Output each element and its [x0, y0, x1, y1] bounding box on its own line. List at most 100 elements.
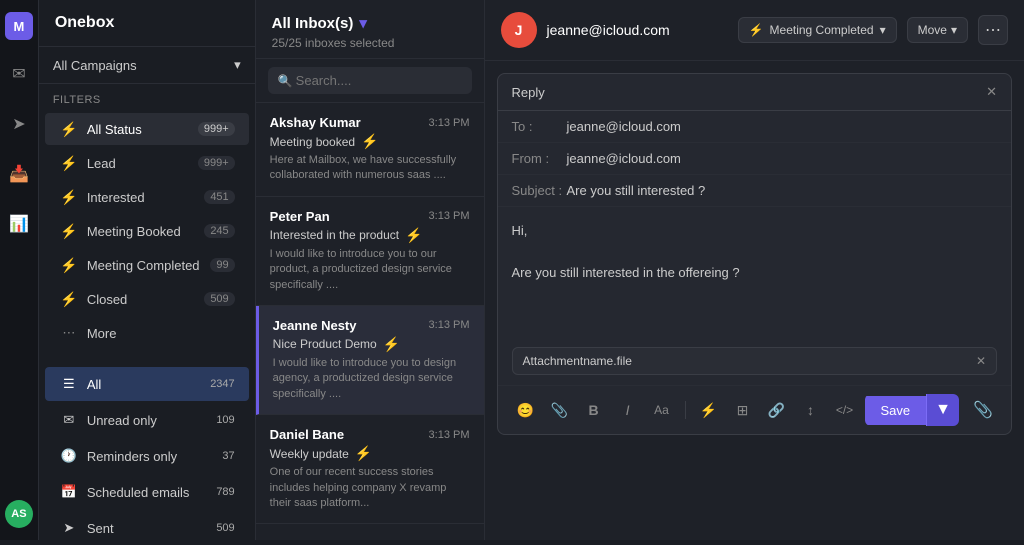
message-item[interactable]: Jeanne Nesty 3:13 PM Nice Product Demo ⚡… [256, 306, 484, 415]
campaigns-selector[interactable]: All Campaigns ▾ [39, 47, 255, 84]
msg-preview: One of our recent success stories includ… [270, 465, 470, 511]
spacing-button[interactable]: ↕ [797, 396, 825, 424]
sidebar-title: Onebox [39, 0, 255, 47]
message-item[interactable]: Akshay Kumar 3:13 PM Meeting booked ⚡ He… [256, 103, 484, 197]
inbox-all-label: All [87, 377, 210, 392]
filter-closed[interactable]: ⚡ Closed 509 [45, 283, 249, 315]
msg-preview: Here at Mailbox, we have successfully co… [270, 153, 470, 184]
move-button[interactable]: Move ▾ [907, 17, 968, 43]
save-button-group: Save ▼ [865, 394, 959, 426]
inbox-unread-count: 109 [216, 414, 234, 426]
inbox-nav-icon[interactable]: 📥 [3, 158, 35, 190]
subject-value[interactable]: Are you still interested ? [567, 183, 706, 198]
status-badge[interactable]: ⚡ Meeting Completed ▾ [738, 17, 897, 43]
bolt-status-icon: ⚡ [383, 336, 400, 353]
filter-meeting-booked-count: 245 [204, 224, 234, 238]
inbox-sent-count: 509 [216, 522, 234, 534]
link-button[interactable]: 🔗 [763, 396, 791, 424]
filter-lead[interactable]: ⚡ Lead 999+ [45, 147, 249, 179]
inbox-reminders-count: 37 [222, 450, 234, 462]
filter-lead-label: Lead [87, 156, 198, 171]
variable-button[interactable]: ⚡ [695, 396, 723, 424]
unread-icon: ✉ [59, 410, 79, 430]
close-icon[interactable]: ✕ [986, 84, 997, 100]
move-chevron-icon: ▾ [951, 23, 957, 37]
reply-to-field: To : jeanne@icloud.com [498, 111, 1011, 143]
filter-meeting-completed[interactable]: ⚡ Meeting Completed 99 [45, 249, 249, 281]
user-avatar[interactable]: AS [5, 500, 33, 528]
filter-all-status-label: All Status [87, 122, 198, 137]
message-item[interactable]: Peter Pan 3:13 PM Interested in the prod… [256, 197, 484, 306]
reply-header: Reply ✕ [498, 74, 1011, 111]
code-button[interactable]: </> [831, 396, 859, 424]
from-value[interactable]: jeanne@icloud.com [567, 151, 681, 166]
filter-closed-count: 509 [204, 292, 234, 306]
more-options-button[interactable]: ⋯ [978, 15, 1008, 45]
message-list-header: All Inbox(s) ▾ 25/25 inboxes selected [256, 0, 484, 59]
body-line2: Are you still interested in the offerein… [512, 263, 997, 284]
table-button[interactable]: ⊞ [729, 396, 757, 424]
msg-preview: I would like to introduce you to our pro… [270, 247, 470, 293]
inbox-reminders[interactable]: 🕐 Reminders only 37 [45, 439, 249, 473]
save-main-button[interactable]: Save [865, 396, 927, 425]
filter-meeting-booked[interactable]: ⚡ Meeting Booked 245 [45, 215, 249, 247]
filter-more[interactable]: ⋯ More [45, 317, 249, 349]
msg-subject: Nice Product Demo ⚡ [273, 336, 470, 353]
message-items: Akshay Kumar 3:13 PM Meeting booked ⚡ He… [256, 103, 484, 540]
filter-interested-count: 451 [204, 190, 234, 204]
search-box: 🔍 [256, 59, 484, 103]
msg-subject: Interested in the product ⚡ [270, 227, 470, 244]
reply-body[interactable]: Hi, Are you still interested in the offe… [498, 207, 1011, 347]
attachment-bar: Attachmentname.file ✕ [512, 347, 997, 375]
message-item[interactable]: Daniel Bane 3:13 PM Weekly update ⚡ One … [256, 415, 484, 524]
msg-time: 3:13 PM [429, 117, 470, 129]
reply-title: Reply [512, 85, 545, 100]
reply-box: Reply ✕ To : jeanne@icloud.com From : je… [497, 73, 1012, 435]
save-dropdown-button[interactable]: ▼ [926, 394, 959, 426]
inbox-scheduled[interactable]: 📅 Scheduled emails 789 [45, 475, 249, 509]
italic-button[interactable]: I [614, 396, 642, 424]
filter-meeting-completed-label: Meeting Completed [87, 258, 211, 273]
interested-icon: ⚡ [59, 187, 79, 207]
attach-button[interactable]: 📎 [546, 396, 574, 424]
filter-all-status[interactable]: ⚡ All Status 999+ [45, 113, 249, 145]
attachment-close-icon[interactable]: ✕ [976, 354, 986, 368]
inbox-title-chevron-icon[interactable]: ▾ [359, 14, 367, 32]
filter-interested[interactable]: ⚡ Interested 451 [45, 181, 249, 213]
inbox-unread-label: Unread only [87, 413, 217, 428]
chart-nav-icon[interactable]: 📊 [3, 208, 35, 240]
to-label: To : [512, 119, 567, 134]
inbox-title: All Inbox(s) ▾ [272, 14, 468, 32]
msg-subject: Meeting booked ⚡ [270, 133, 470, 150]
inbox-all-count: 2347 [210, 378, 234, 390]
lead-icon: ⚡ [59, 153, 79, 173]
msg-sender-name: Jeanne Nesty [273, 318, 357, 333]
scheduled-icon: 📅 [59, 482, 79, 502]
message-list: All Inbox(s) ▾ 25/25 inboxes selected 🔍 … [256, 0, 485, 540]
left-nav: M ✉ ➤ 📥 📊 AS [0, 0, 39, 540]
all-inbox-icon: ☰ [59, 374, 79, 394]
inbox-all[interactable]: ☰ All 2347 [45, 367, 249, 401]
msg-time: 3:13 PM [429, 429, 470, 441]
msg-time: 3:13 PM [429, 210, 470, 222]
email-header: J jeanne@icloud.com ⚡ Meeting Completed … [485, 0, 1024, 61]
bottom-attach-button[interactable]: 📎 [969, 396, 997, 424]
msg-time: 3:13 PM [429, 319, 470, 331]
emoji-button[interactable]: 😊 [512, 396, 540, 424]
inbox-unread[interactable]: ✉ Unread only 109 [45, 403, 249, 437]
sidebar: Onebox All Campaigns ▾ Filters ⚡ All Sta… [39, 0, 256, 540]
reply-toolbar: 😊 📎 B I Aa ⚡ ⊞ 🔗 ↕ </> Save ▼ 📎 [498, 385, 1011, 434]
filters-label: Filters [39, 84, 255, 112]
mail-nav-icon[interactable]: ✉ [3, 58, 35, 90]
font-size-button[interactable]: Aa [648, 396, 676, 424]
inbox-scheduled-label: Scheduled emails [87, 485, 217, 500]
to-value[interactable]: jeanne@icloud.com [567, 119, 681, 134]
search-input[interactable] [268, 67, 472, 94]
main-panel: J jeanne@icloud.com ⚡ Meeting Completed … [485, 0, 1024, 540]
reminders-icon: 🕐 [59, 446, 79, 466]
msg-preview: I would like to introduce you to design … [273, 356, 470, 402]
send-nav-icon[interactable]: ➤ [3, 108, 35, 140]
all-status-icon: ⚡ [59, 119, 79, 139]
bold-button[interactable]: B [580, 396, 608, 424]
status-bolt-icon: ⚡ [749, 23, 764, 37]
